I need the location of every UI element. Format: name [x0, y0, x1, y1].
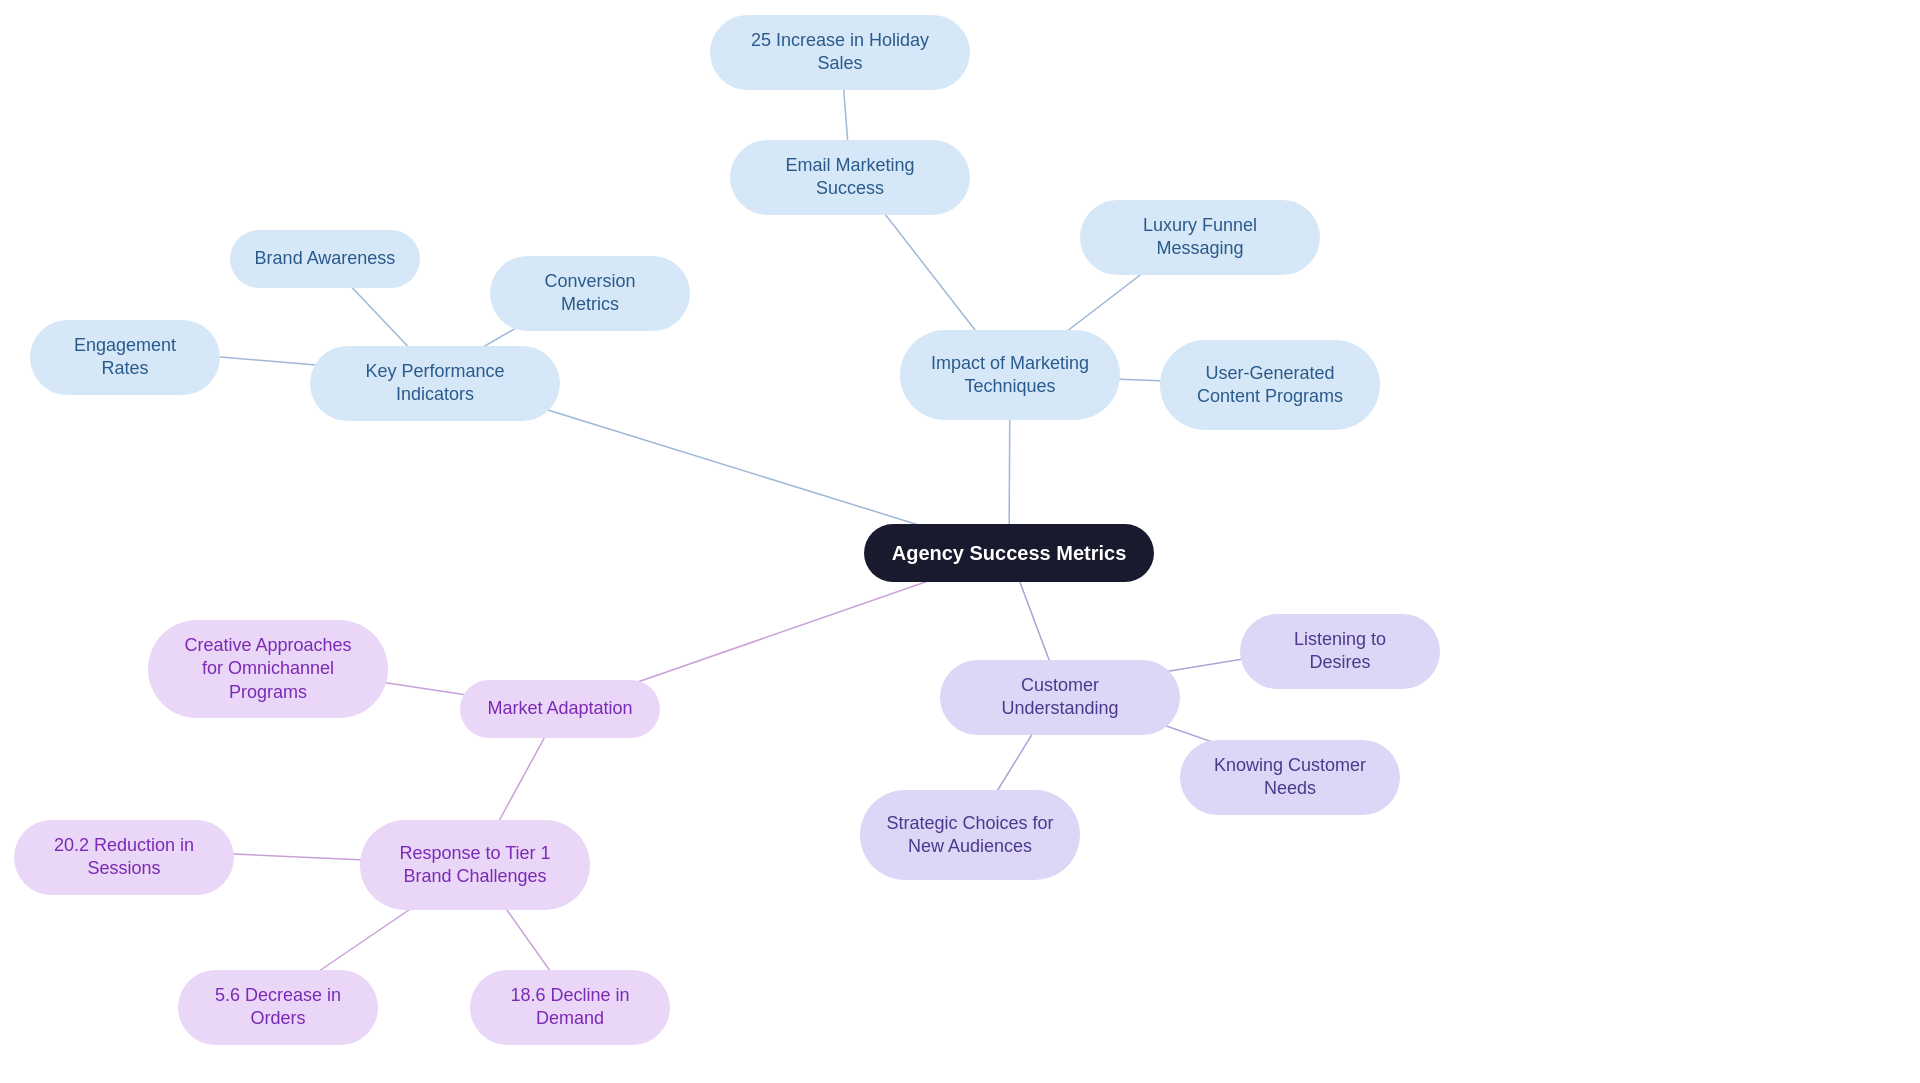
node-knowing-needs[interactable]: Knowing Customer Needs	[1180, 740, 1400, 815]
node-conversion-metrics[interactable]: Conversion Metrics	[490, 256, 690, 331]
node-luxury-funnel[interactable]: Luxury Funnel Messaging	[1080, 200, 1320, 275]
mind-map-canvas: Agency Success Metrics 25 Increase in Hol…	[0, 0, 1920, 1083]
node-impact-marketing[interactable]: Impact of Marketing Techniques	[900, 330, 1120, 420]
node-listening-desires[interactable]: Listening to Desires	[1240, 614, 1440, 689]
node-strategic-choices[interactable]: Strategic Choices for New Audiences	[860, 790, 1080, 880]
node-kpi[interactable]: Key Performance Indicators	[310, 346, 560, 421]
node-creative-approaches[interactable]: Creative Approaches for Omnichannel Prog…	[148, 620, 388, 718]
node-agency-success[interactable]: Agency Success Metrics	[864, 524, 1154, 582]
node-decrease-orders[interactable]: 5.6 Decrease in Orders	[178, 970, 378, 1045]
node-email-marketing[interactable]: Email Marketing Success	[730, 140, 970, 215]
node-ugc-programs[interactable]: User-Generated Content Programs	[1160, 340, 1380, 430]
node-engagement-rates[interactable]: Engagement Rates	[30, 320, 220, 395]
node-holiday-sales[interactable]: 25 Increase in Holiday Sales	[710, 15, 970, 90]
node-decline-demand[interactable]: 18.6 Decline in Demand	[470, 970, 670, 1045]
node-reduction-sessions[interactable]: 20.2 Reduction in Sessions	[14, 820, 234, 895]
node-customer-understanding[interactable]: Customer Understanding	[940, 660, 1180, 735]
node-market-adaptation[interactable]: Market Adaptation	[460, 680, 660, 738]
node-response-tier[interactable]: Response to Tier 1 Brand Challenges	[360, 820, 590, 910]
node-brand-awareness[interactable]: Brand Awareness	[230, 230, 420, 288]
